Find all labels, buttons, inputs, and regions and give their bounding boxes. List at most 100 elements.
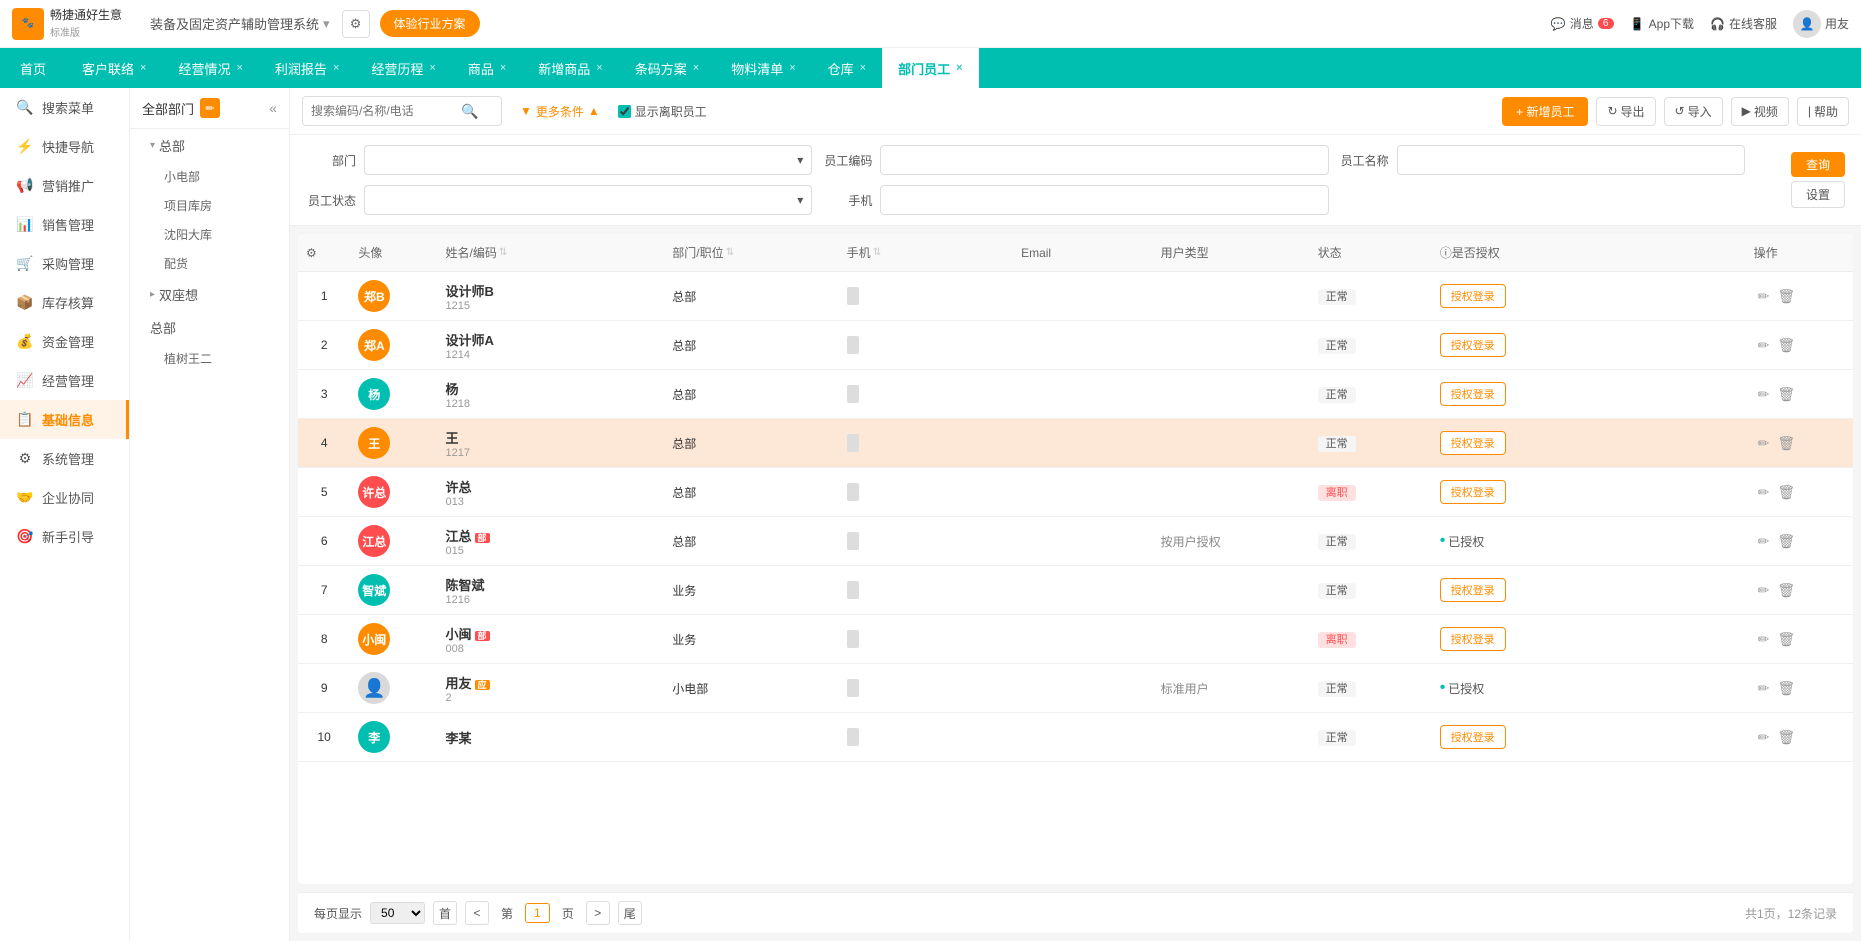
col-phone[interactable]: 手机 xyxy=(839,234,1013,272)
edit-button[interactable]: ✏ xyxy=(1754,286,1774,307)
message-item[interactable]: 💬 消息 6 xyxy=(1551,15,1614,32)
dept-node-zongbu2[interactable]: 总部 xyxy=(130,311,289,344)
row-auth[interactable]: 授权登录 xyxy=(1432,321,1641,370)
sidebar-item-guide[interactable]: 🎯 新手引导 xyxy=(0,517,129,556)
delete-button[interactable]: 🗑 xyxy=(1773,727,1799,748)
delete-button[interactable]: 🗑 xyxy=(1773,384,1799,405)
col-settings[interactable]: ⚙ xyxy=(298,234,350,272)
dept-leaf-shenyang[interactable]: 沈阳大库 xyxy=(130,220,289,249)
dept-node-shuangzuo[interactable]: ▸ 双座想 xyxy=(130,278,289,311)
auth-button[interactable]: 授权登录 xyxy=(1440,725,1506,749)
close-icon[interactable]: × xyxy=(236,62,242,74)
employee-code-input[interactable] xyxy=(880,145,1328,175)
close-icon[interactable]: × xyxy=(429,62,435,74)
nav-tab-jingying[interactable]: 经营情况 × xyxy=(162,48,258,88)
sidebar-item-finance[interactable]: 💰 资金管理 xyxy=(0,322,129,361)
nav-tab-wuliao[interactable]: 物料清单 × xyxy=(715,48,811,88)
nav-tab-kehu[interactable]: 客户联络 × xyxy=(66,48,162,88)
sidebar-item-operation[interactable]: 📈 经营管理 xyxy=(0,361,129,400)
employee-name-input[interactable] xyxy=(1397,145,1745,175)
sidebar-item-basic[interactable]: 📋 基础信息 xyxy=(0,400,129,439)
nav-tab-cangku[interactable]: 仓库 × xyxy=(812,48,882,88)
edit-button[interactable]: ✏ xyxy=(1754,580,1774,601)
row-auth[interactable]: 授权登录 xyxy=(1432,419,1641,468)
close-icon[interactable]: × xyxy=(956,62,962,74)
row-auth[interactable]: 授权登录 xyxy=(1432,566,1641,615)
auth-button[interactable]: 授权登录 xyxy=(1440,627,1506,651)
close-icon[interactable]: × xyxy=(333,62,339,74)
nav-tab-shangpin[interactable]: 商品 × xyxy=(452,48,522,88)
col-name[interactable]: 姓名/编码 xyxy=(438,234,665,272)
auth-button[interactable]: 授权登录 xyxy=(1440,333,1506,357)
nav-tab-lirun[interactable]: 利润报告 × xyxy=(259,48,355,88)
close-icon[interactable]: × xyxy=(693,62,699,74)
filter-more-button[interactable]: ▼ 更多条件 ▲ xyxy=(512,99,608,124)
user-item[interactable]: 👤 用友 xyxy=(1793,10,1849,38)
view-button[interactable]: ▶ 视频 xyxy=(1731,97,1789,126)
delete-button[interactable]: 🗑 xyxy=(1773,286,1799,307)
nav-home[interactable]: 首页 xyxy=(0,48,66,88)
edit-button[interactable]: ✏ xyxy=(1754,482,1774,503)
auth-button[interactable]: 授权登录 xyxy=(1440,480,1506,504)
dept-edit-icon[interactable]: ✏ xyxy=(200,98,220,118)
dept-leaf-zhishu[interactable]: 植树王二 xyxy=(130,344,289,373)
row-auth[interactable]: 授权登录 xyxy=(1432,615,1641,664)
col-dept[interactable]: 部门/职位 xyxy=(664,234,838,272)
row-auth[interactable]: 授权登录 xyxy=(1432,468,1641,517)
sidebar-item-collab[interactable]: 🤝 企业协同 xyxy=(0,478,129,517)
delete-button[interactable]: 🗑 xyxy=(1773,678,1799,699)
search-input[interactable] xyxy=(311,104,461,118)
online-service-item[interactable]: 🎧 在线客服 xyxy=(1710,15,1777,32)
dept-leaf-xiangmu[interactable]: 项目库房 xyxy=(130,191,289,220)
row-auth[interactable]: 授权登录 xyxy=(1432,272,1641,321)
app-download-item[interactable]: 📱 App下载 xyxy=(1630,15,1694,32)
close-icon[interactable]: × xyxy=(500,62,506,74)
dept-leaf-xiaodian[interactable]: 小电部 xyxy=(130,162,289,191)
phone-input[interactable] xyxy=(880,185,1328,215)
last-page-button[interactable]: 尾 xyxy=(618,901,642,925)
show-resigned-input[interactable] xyxy=(618,105,631,118)
sidebar-item-purchase[interactable]: 🛒 采购管理 xyxy=(0,244,129,283)
close-icon[interactable]: × xyxy=(596,62,602,74)
export-button[interactable]: ↻ 导出 xyxy=(1596,97,1655,126)
delete-button[interactable]: 🗑 xyxy=(1773,482,1799,503)
close-icon[interactable]: × xyxy=(789,62,795,74)
nav-tab-xinzengshangpin[interactable]: 新增商品 × xyxy=(522,48,618,88)
sidebar-item-inventory[interactable]: 📦 库存核算 xyxy=(0,283,129,322)
nav-tab-bumen[interactable]: 部门员工 × xyxy=(882,48,978,88)
next-page-button[interactable]: > xyxy=(586,901,610,925)
sidebar-item-marketing[interactable]: 📢 营销推广 xyxy=(0,166,129,205)
query-button[interactable]: 查询 xyxy=(1791,152,1845,177)
reset-button[interactable]: 设置 xyxy=(1791,181,1845,208)
dept-node-zongbu[interactable]: ▾ 总部 xyxy=(130,129,289,162)
edit-button[interactable]: ✏ xyxy=(1754,629,1774,650)
edit-button[interactable]: ✏ xyxy=(1754,531,1774,552)
close-icon[interactable]: × xyxy=(860,62,866,74)
auth-button[interactable]: 授权登录 xyxy=(1440,431,1506,455)
nav-tab-jingyinglicheng[interactable]: 经营历程 × xyxy=(355,48,451,88)
delete-button[interactable]: 🗑 xyxy=(1773,531,1799,552)
sidebar-item-system[interactable]: ⚙ 系统管理 xyxy=(0,439,129,478)
auth-button[interactable]: 授权登录 xyxy=(1440,382,1506,406)
auth-button[interactable]: 授权登录 xyxy=(1440,284,1506,308)
search-box[interactable]: 🔍 xyxy=(302,96,502,126)
prev-page-button[interactable]: < xyxy=(465,901,489,925)
dept-collapse-icon[interactable]: « xyxy=(269,100,277,116)
nav-tab-tiaoma[interactable]: 条码方案 × xyxy=(619,48,715,88)
trial-button[interactable]: 体验行业方案 xyxy=(380,10,480,37)
edit-button[interactable]: ✏ xyxy=(1754,384,1774,405)
help-button[interactable]: | 帮助 xyxy=(1797,97,1849,126)
close-icon[interactable]: × xyxy=(140,62,146,74)
show-resigned-checkbox[interactable]: 显示离职员工 xyxy=(618,103,707,120)
sidebar-item-search[interactable]: 🔍 搜索菜单 xyxy=(0,88,129,127)
delete-button[interactable]: 🗑 xyxy=(1773,433,1799,454)
delete-button[interactable]: 🗑 xyxy=(1773,580,1799,601)
auth-button[interactable]: 授权登录 xyxy=(1440,578,1506,602)
first-page-button[interactable]: 首 xyxy=(433,901,457,925)
sidebar-item-sales[interactable]: 📊 销售管理 xyxy=(0,205,129,244)
add-employee-button[interactable]: + 新增员工 xyxy=(1502,97,1588,126)
dept-leaf-peihuo[interactable]: 配货 xyxy=(130,249,289,278)
page-size-select[interactable]: 50 100 200 xyxy=(370,902,425,924)
row-auth[interactable]: 授权登录 xyxy=(1432,370,1641,419)
sidebar-item-nav[interactable]: ⚡ 快捷导航 xyxy=(0,127,129,166)
